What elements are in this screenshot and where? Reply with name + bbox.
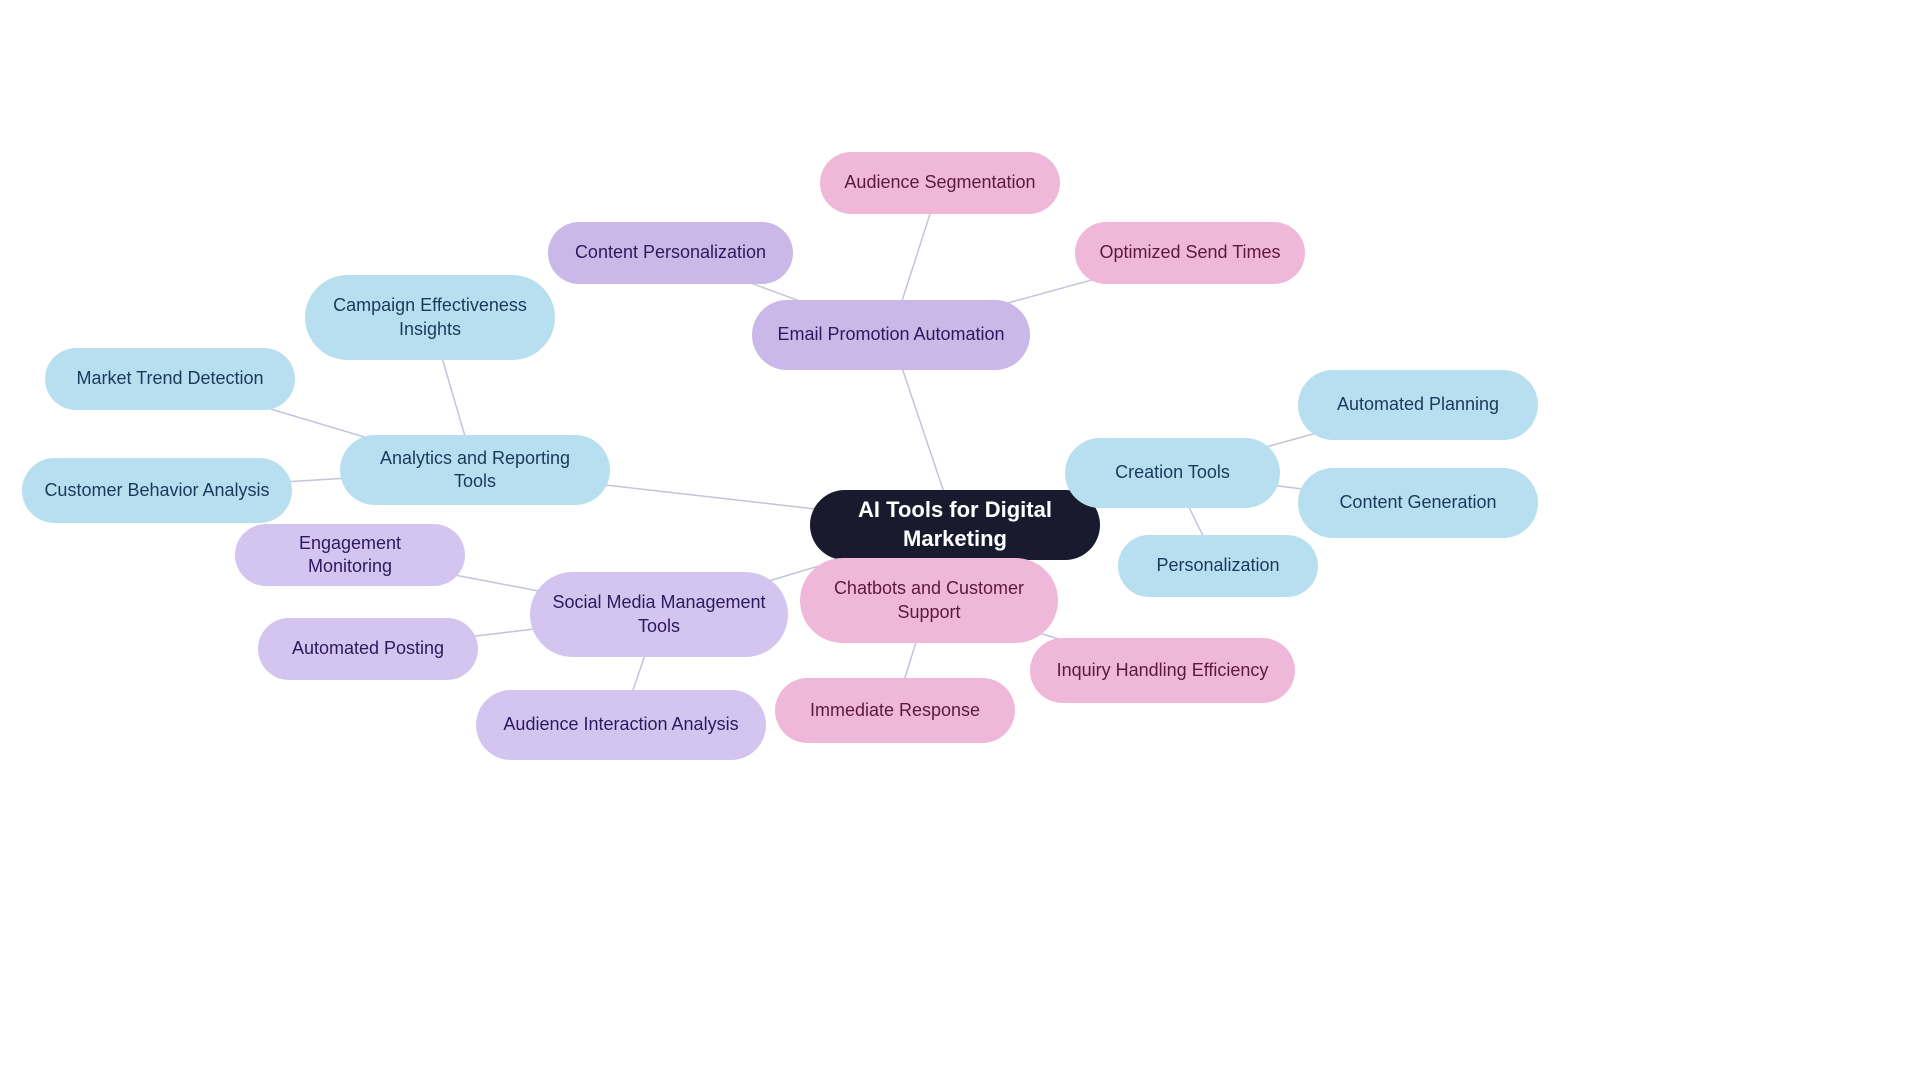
analytics-node[interactable]: Analytics and Reporting Tools (340, 435, 610, 505)
market-node[interactable]: Market Trend Detection (45, 348, 295, 410)
center-node[interactable]: AI Tools for Digital Marketing (810, 490, 1100, 560)
social-node[interactable]: Social Media Management Tools (530, 572, 788, 657)
customer-node[interactable]: Customer Behavior Analysis (22, 458, 292, 523)
content-gen-node[interactable]: Content Generation (1298, 468, 1538, 538)
audience-interaction-node[interactable]: Audience Interaction Analysis (476, 690, 766, 760)
campaign-node[interactable]: Campaign Effectiveness Insights (305, 275, 555, 360)
automated-planning-node[interactable]: Automated Planning (1298, 370, 1538, 440)
content-personalization-node[interactable]: Content Personalization (548, 222, 793, 284)
optimized-node[interactable]: Optimized Send Times (1075, 222, 1305, 284)
audience-seg-node[interactable]: Audience Segmentation (820, 152, 1060, 214)
email-node[interactable]: Email Promotion Automation (752, 300, 1030, 370)
automated-posting-node[interactable]: Automated Posting (258, 618, 478, 680)
chatbots-node[interactable]: Chatbots and Customer Support (800, 558, 1058, 643)
inquiry-node[interactable]: Inquiry Handling Efficiency (1030, 638, 1295, 703)
personalization-node[interactable]: Personalization (1118, 535, 1318, 597)
engagement-node[interactable]: Engagement Monitoring (235, 524, 465, 586)
immediate-node[interactable]: Immediate Response (775, 678, 1015, 743)
creation-node[interactable]: Creation Tools (1065, 438, 1280, 508)
